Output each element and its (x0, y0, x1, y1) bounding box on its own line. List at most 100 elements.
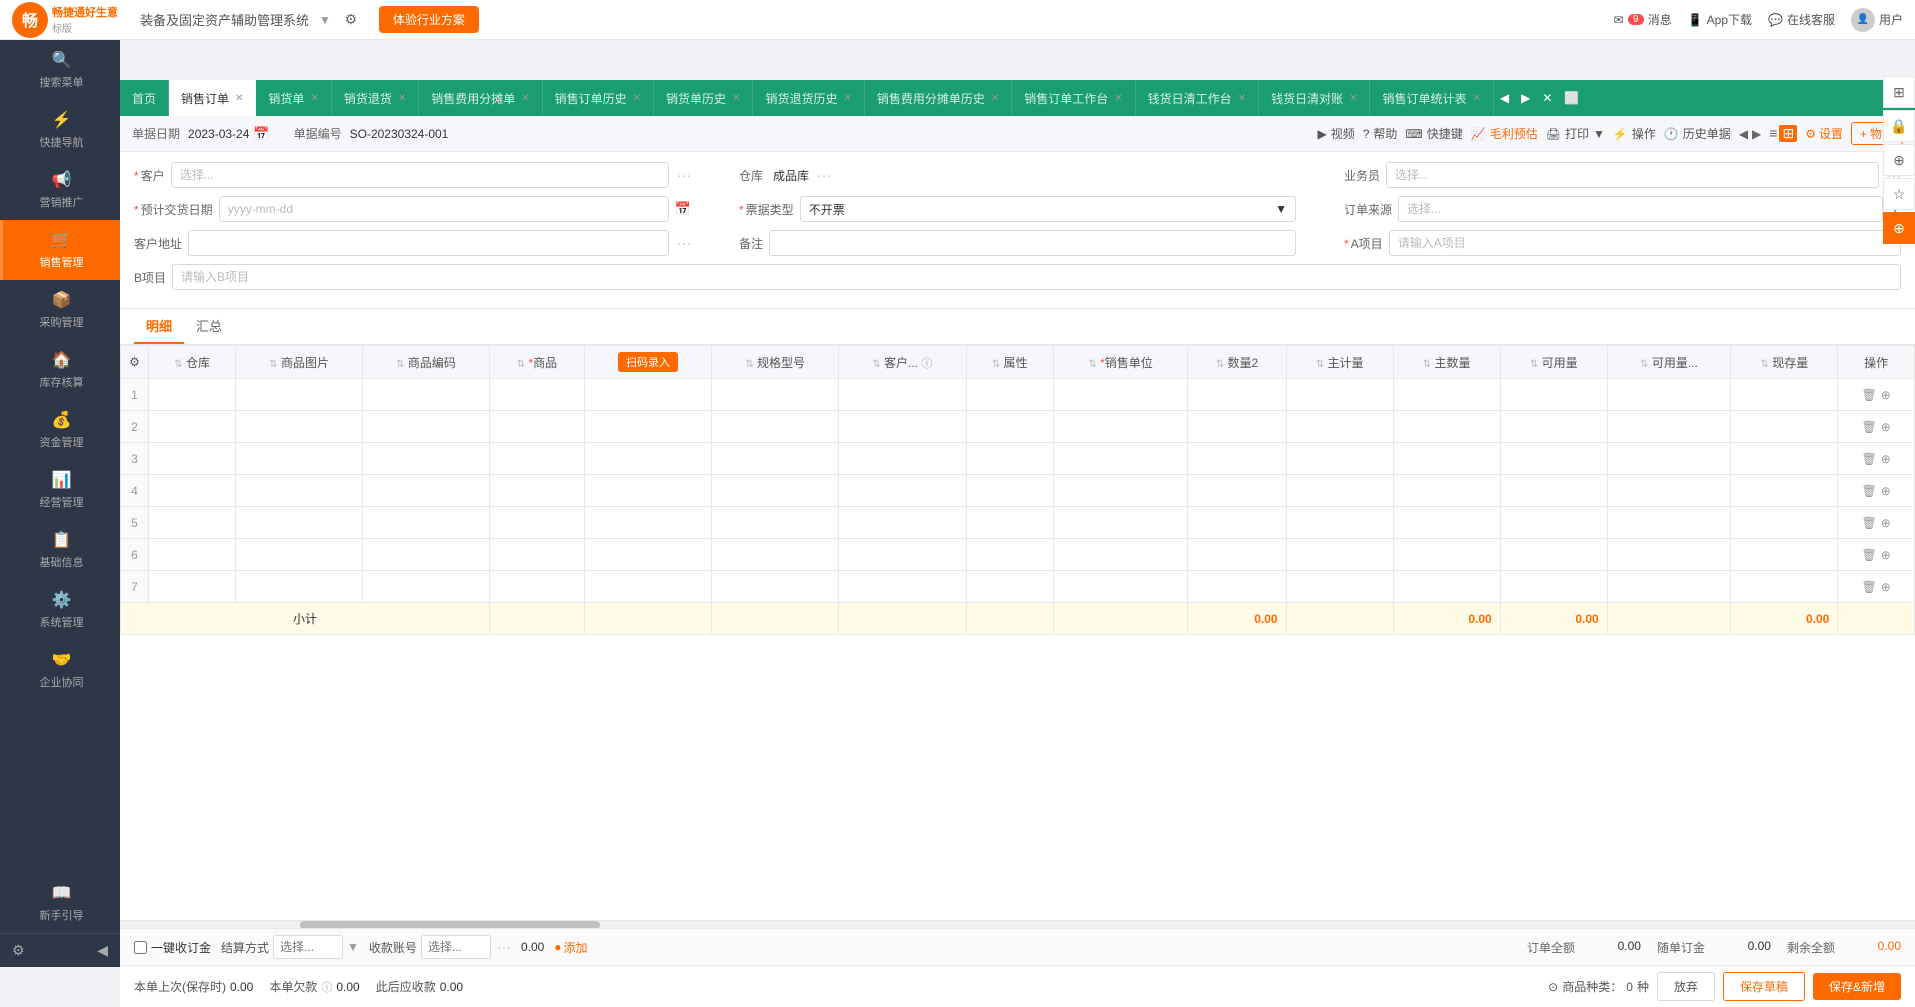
tab-close-icon[interactable]: ✕ (1349, 93, 1357, 104)
row-copy-btn[interactable]: ⊕ (1881, 388, 1891, 402)
add-button[interactable]: ● 添加 (554, 939, 587, 956)
sidebar-item-inventory[interactable]: 🏠 库存核算 (0, 340, 120, 400)
row-copy-btn[interactable]: ⊕ (1881, 420, 1891, 434)
history-btn[interactable]: 🕐 历史单据 (1664, 125, 1731, 142)
row-delete-btn[interactable]: 🗑 (1862, 420, 1877, 434)
tab-sales-goods[interactable]: 销货单 ✕ (256, 80, 331, 116)
save-new-button[interactable]: 保存&新增 (1813, 973, 1901, 1000)
customer-input[interactable] (171, 162, 669, 188)
row-2-product-img[interactable] (236, 411, 363, 443)
row-2-attr[interactable] (966, 411, 1053, 443)
a-project-input[interactable] (1389, 230, 1901, 256)
tab-close-icon[interactable]: ✕ (1238, 93, 1246, 104)
tab-home[interactable]: 首页 (120, 80, 169, 116)
tab-close-icon[interactable]: ✕ (398, 93, 406, 104)
delivery-calendar-icon[interactable]: 📅 (675, 201, 691, 217)
calendar-icon[interactable]: 📅 (253, 126, 269, 142)
sidebar-item-guide[interactable]: 📖 新手引导 (0, 873, 120, 933)
tab-stats[interactable]: 销售订单统计表 ✕ (1370, 80, 1493, 116)
tab-return[interactable]: 销货退货 ✕ (332, 80, 419, 116)
row-1-available[interactable] (1500, 379, 1607, 411)
row-2-product[interactable] (489, 411, 584, 443)
industry-button[interactable]: 体验行业方案 (379, 6, 479, 33)
tab-summary[interactable]: 汇总 (184, 309, 234, 344)
row-delete-btn[interactable]: 🗑 (1862, 452, 1877, 466)
row-2-warehouse[interactable] (149, 411, 236, 443)
row-1-product[interactable] (489, 379, 584, 411)
view-btn[interactable]: ▶ 视频 (1317, 125, 1354, 142)
sidebar-item-base[interactable]: 📋 基础信息 (0, 520, 120, 580)
right-panel-btn-1[interactable]: ⊞ (1883, 76, 1915, 108)
row-2-customer-code[interactable] (839, 411, 966, 443)
tab-close-all-icon[interactable]: ✕ (1536, 80, 1558, 116)
right-panel-btn-3[interactable]: ⊕ (1883, 144, 1915, 176)
tab-close-icon[interactable]: ✕ (633, 93, 641, 104)
tab-close-icon[interactable]: ✕ (235, 93, 243, 104)
b-project-input[interactable] (172, 264, 1901, 290)
row-delete-btn[interactable]: 🗑 (1862, 484, 1877, 498)
tab-expense[interactable]: 销售费用分摊单 ✕ (419, 80, 542, 116)
tab-return-history[interactable]: 销货退货历史 ✕ (753, 80, 864, 116)
print-btn[interactable]: 🖨 打印 ▼ (1546, 125, 1605, 142)
grid-view-icon[interactable]: ⊞ (1779, 125, 1797, 142)
row-2-available2[interactable] (1607, 411, 1731, 443)
invoice-select[interactable]: 不开票 ▼ (800, 196, 1296, 222)
customer-more-icon[interactable]: ··· (677, 167, 691, 183)
sidebar-item-marketing[interactable]: 📢 营销推广 (0, 160, 120, 220)
tab-close-icon[interactable]: ✕ (732, 93, 740, 104)
order-source-input[interactable] (1398, 196, 1883, 222)
tab-order-workbench[interactable]: 销售订单工作台 ✕ (1012, 80, 1135, 116)
tab-close-icon[interactable]: ✕ (310, 93, 318, 104)
tab-close-icon[interactable]: ✕ (991, 93, 999, 104)
customer-addr-input[interactable] (188, 230, 669, 256)
sidebar-item-quick[interactable]: ⚡ 快捷导航 (0, 100, 120, 160)
gear-icon[interactable]: ⚙ (337, 6, 365, 34)
sidebar-item-cooperation[interactable]: 🤝 企业协同 (0, 640, 120, 700)
help-btn[interactable]: ? 帮助 (1363, 125, 1398, 142)
tab-sales-order[interactable]: 销售订单 ✕ (169, 80, 256, 116)
row-1-product-img[interactable] (236, 379, 363, 411)
sidebar-item-finance[interactable]: 💰 资金管理 (0, 400, 120, 460)
tab-close-icon[interactable]: ✕ (1114, 93, 1122, 104)
right-panel-btn-5[interactable]: ⊕ (1883, 212, 1915, 244)
tab-next-icon[interactable]: ▶ (1515, 80, 1536, 116)
row-1-qty2[interactable] (1188, 379, 1286, 411)
row-2-main-qty[interactable] (1393, 411, 1500, 443)
profit-btn[interactable]: 📈 毛利预估 (1471, 125, 1538, 142)
system-title-arrow-icon[interactable]: ▼ (319, 13, 331, 27)
note-input[interactable] (769, 230, 1296, 256)
row-1-product-code[interactable] (363, 379, 490, 411)
quick-order-checkbox[interactable] (134, 941, 147, 954)
row-copy-btn[interactable]: ⊕ (1881, 484, 1891, 498)
row-2-available[interactable] (1500, 411, 1607, 443)
right-panel-btn-2[interactable]: 🔒 (1883, 110, 1915, 142)
row-1-warehouse[interactable] (149, 379, 236, 411)
sidebar-settings-icon[interactable]: ⚙ (12, 942, 25, 959)
row-copy-btn[interactable]: ⊕ (1881, 548, 1891, 562)
tab-maximize-icon[interactable]: ⬜ (1558, 80, 1585, 116)
nav-next-icon[interactable]: ▶ (1752, 127, 1761, 141)
row-2-spec[interactable] (712, 411, 839, 443)
row-copy-btn[interactable]: ⊕ (1881, 516, 1891, 530)
discard-button[interactable]: 放弃 (1657, 972, 1715, 1001)
tab-detail[interactable]: 明细 (134, 309, 184, 344)
sidebar-item-operation[interactable]: 📊 经营管理 (0, 460, 120, 520)
account-more-icon[interactable]: ··· (497, 939, 511, 955)
row-1-spec[interactable] (712, 379, 839, 411)
row-1-unit[interactable] (1053, 379, 1188, 411)
row-2-unit[interactable] (1053, 411, 1188, 443)
tab-close-icon[interactable]: ✕ (1473, 93, 1481, 104)
tab-reconcile[interactable]: 钱货日清对账 ✕ (1259, 80, 1370, 116)
save-draft-button[interactable]: 保存草稿 (1723, 972, 1805, 1001)
row-delete-btn[interactable]: 🗑 (1862, 388, 1877, 402)
payment-input[interactable] (273, 935, 343, 959)
delivery-date-input[interactable] (219, 196, 669, 222)
sidebar-item-sales[interactable]: 🛒 销售管理 (0, 220, 120, 280)
setting-button[interactable]: ⚙ 设置 (1805, 125, 1843, 142)
sidebar-collapse-icon[interactable]: ◀ (97, 942, 108, 959)
right-panel-btn-4[interactable]: ☆ (1883, 178, 1915, 210)
sidebar-item-system[interactable]: ⚙️ 系统管理 (0, 580, 120, 640)
row-3-warehouse[interactable] (149, 443, 236, 475)
staff-input[interactable] (1386, 162, 1879, 188)
row-delete-btn[interactable]: 🗑 (1862, 516, 1877, 530)
